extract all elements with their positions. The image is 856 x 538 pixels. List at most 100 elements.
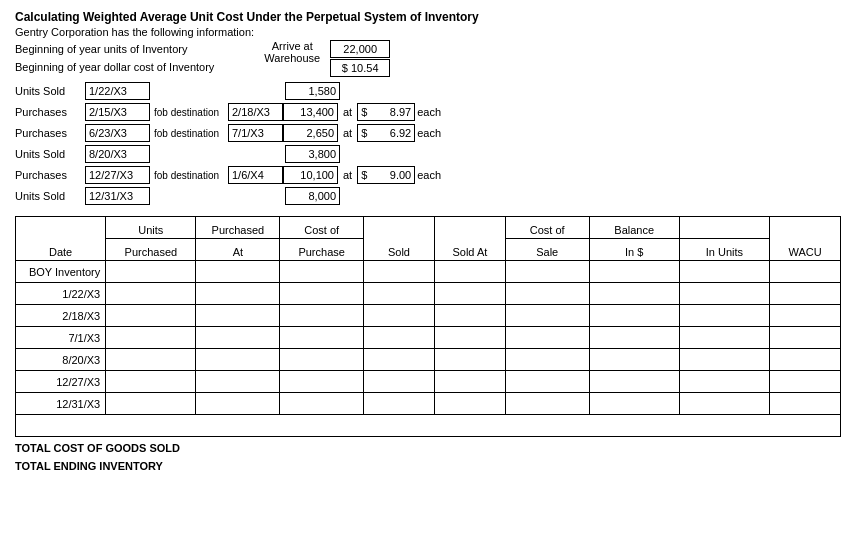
tx-price-val: 9.00 (376, 169, 411, 181)
tx-at: at (343, 169, 352, 181)
table-cell (364, 327, 435, 349)
tx-date: 12/31/X3 (85, 187, 150, 205)
tx-label: Units Sold (15, 190, 85, 202)
table-cell (770, 305, 841, 327)
table-cell (196, 393, 280, 415)
table-cell (505, 371, 589, 393)
header-sold-at: Sold At (434, 217, 505, 261)
table-cell (770, 261, 841, 283)
table-cell (505, 393, 589, 415)
totals-row (16, 415, 841, 437)
table-cell (196, 283, 280, 305)
table-cell (589, 261, 679, 283)
table-cell (589, 393, 679, 415)
table-row: 8/20/X3 (16, 349, 841, 371)
table-cell (106, 349, 196, 371)
tx-dollar-sign: $ (361, 169, 376, 181)
table-cell (434, 283, 505, 305)
table-cell (364, 283, 435, 305)
table-cell (770, 327, 841, 349)
header-cost-purchase-2: Purchase (280, 239, 364, 261)
transaction-row: Purchases2/15/X3 fob destination 2/18/X313… (15, 102, 841, 122)
transaction-row: Units Sold12/31/X38,000 (15, 186, 841, 206)
table-cell (106, 371, 196, 393)
arrive-label: Arrive atWarehouse (264, 40, 320, 64)
table-cell (364, 305, 435, 327)
table-cell (770, 371, 841, 393)
table-cell (589, 349, 679, 371)
table-row: 12/27/X3 (16, 371, 841, 393)
row-date: 12/27/X3 (16, 371, 106, 393)
table-cell (280, 261, 364, 283)
table-cell (196, 349, 280, 371)
table-cell (505, 305, 589, 327)
total-ending-inventory: TOTAL ENDING INVENTORY (15, 460, 841, 478)
header-balance-in-dollar: In $ (589, 239, 679, 261)
tx-date: 8/20/X3 (85, 145, 150, 163)
table-row: 12/31/X3 (16, 393, 841, 415)
table-cell (505, 349, 589, 371)
tx-qty: 13,400 (283, 103, 338, 121)
boy-units-label: Beginning of year units of Inventory (15, 40, 214, 58)
tx-arrive: 2/18/X3 (228, 103, 283, 121)
tx-label: Purchases (15, 169, 85, 181)
header-wacu: WACU (770, 217, 841, 261)
table-cell (280, 349, 364, 371)
header-cost-purchase: Cost of (280, 217, 364, 239)
table-row: 2/18/X3 (16, 305, 841, 327)
table-cell (589, 283, 679, 305)
header-balance-in-units: In Units (679, 239, 769, 261)
tx-label: Purchases (15, 106, 85, 118)
row-date: 12/31/X3 (16, 393, 106, 415)
tx-date: 12/27/X3 (85, 166, 150, 184)
tx-price-val: 8.97 (376, 106, 411, 118)
table-cell (505, 327, 589, 349)
table-cell (106, 283, 196, 305)
tx-qty: 3,800 (285, 145, 340, 163)
table-row: BOY Inventory (16, 261, 841, 283)
row-date: BOY Inventory (16, 261, 106, 283)
tx-fob: fob destination (154, 128, 224, 139)
row-date: 8/20/X3 (16, 349, 106, 371)
tx-dollar-sign: $ (361, 127, 376, 139)
header-units-purchased: Units (106, 217, 196, 239)
table-cell (434, 261, 505, 283)
table-row: 1/22/X3 (16, 283, 841, 305)
tx-each: each (417, 169, 441, 181)
tx-arrive: 1/6/X4 (228, 166, 283, 184)
table-cell (434, 371, 505, 393)
tx-fob: fob destination (154, 170, 224, 181)
table-cell (679, 371, 769, 393)
tx-date: 1/22/X3 (85, 82, 150, 100)
tx-date: 6/23/X3 (85, 124, 150, 142)
tx-arrive: 7/1/X3 (228, 124, 283, 142)
header-purchased-at: Purchased (196, 217, 280, 239)
table-cell (364, 371, 435, 393)
table-cell (106, 327, 196, 349)
total-cogs: TOTAL COST OF GOODS SOLD (15, 442, 841, 460)
header-balance-units (679, 217, 769, 239)
table-cell (589, 371, 679, 393)
transaction-row: Units Sold8/20/X33,800 (15, 144, 841, 164)
boy-dollar-label: Beginning of year dollar cost of Invento… (15, 58, 214, 76)
table-row: 7/1/X3 (16, 327, 841, 349)
tx-at: at (343, 106, 352, 118)
header-units-purchased-2: Purchased (106, 239, 196, 261)
table-cell (434, 327, 505, 349)
header-date: Date (16, 217, 106, 261)
table-cell (434, 305, 505, 327)
row-date: 2/18/X3 (16, 305, 106, 327)
tx-fob: fob destination (154, 107, 224, 118)
table-cell (364, 349, 435, 371)
tx-date: 2/15/X3 (85, 103, 150, 121)
table-cell (106, 393, 196, 415)
table-cell (589, 327, 679, 349)
tx-at: at (343, 127, 352, 139)
header-cost-sale-2: Sale (505, 239, 589, 261)
boy-dollar-box: $ 10.54 (330, 59, 390, 77)
table-cell (106, 261, 196, 283)
table-cell (280, 283, 364, 305)
table-cell (196, 327, 280, 349)
tx-each: each (417, 127, 441, 139)
table-cell (280, 305, 364, 327)
